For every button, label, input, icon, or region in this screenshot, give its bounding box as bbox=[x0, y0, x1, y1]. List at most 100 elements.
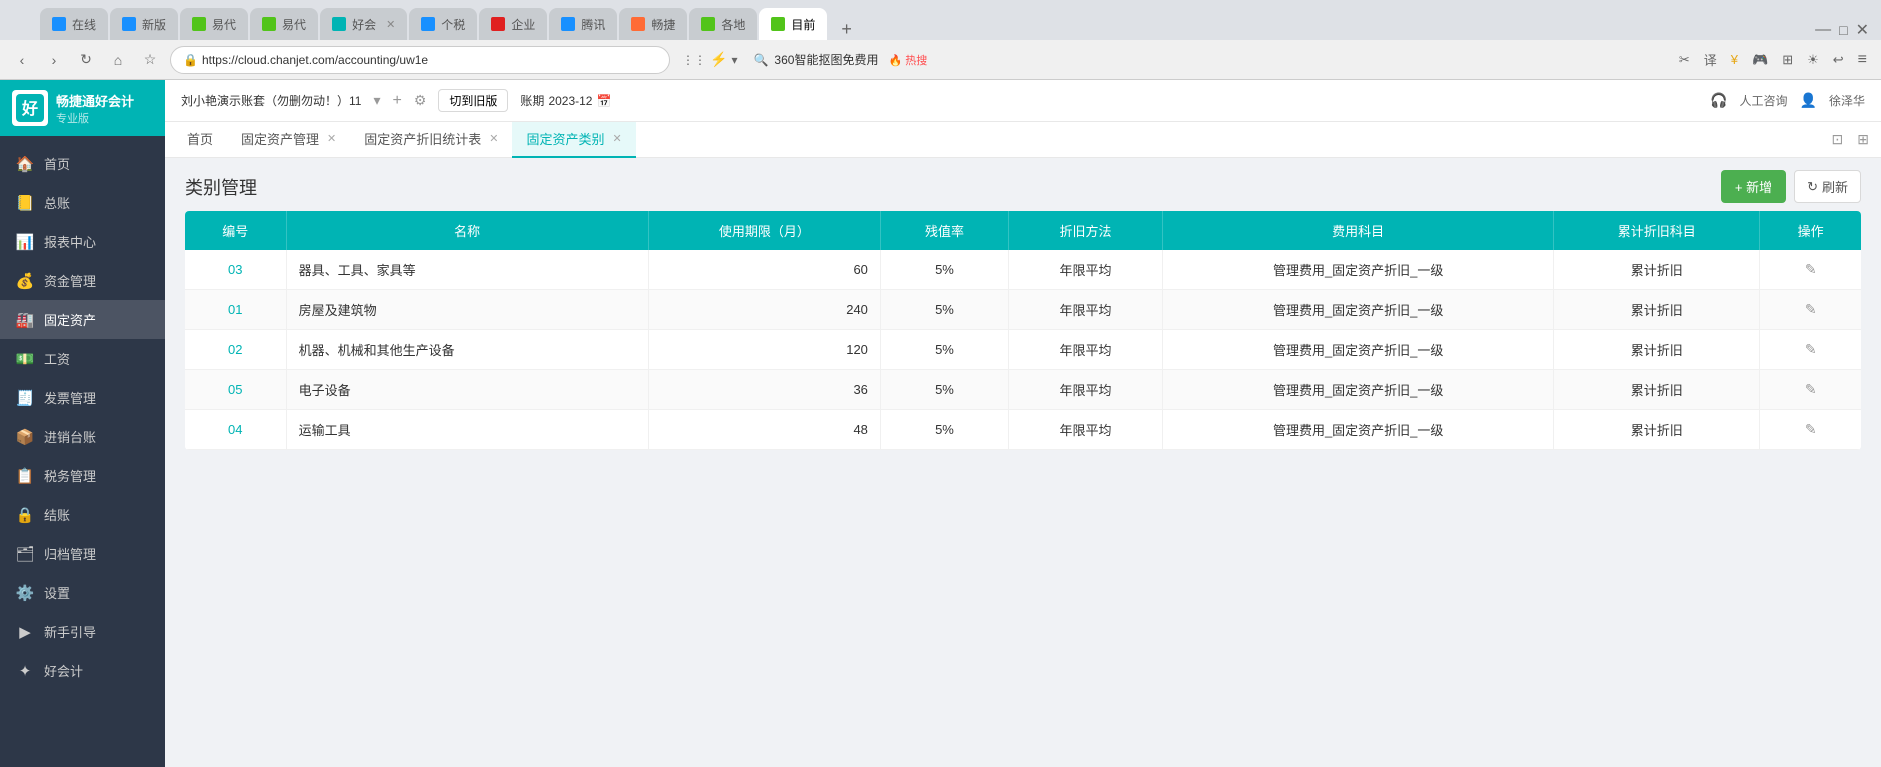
tab-fixed-asset-category[interactable]: 固定资产类别 ✕ bbox=[512, 122, 635, 158]
grid-icon[interactable]: ⊞ bbox=[1778, 52, 1797, 68]
bookmark-button[interactable]: ☆ bbox=[138, 48, 162, 72]
tab-expand-icon[interactable]: ⊞ bbox=[1853, 129, 1873, 150]
close-window-button[interactable]: ✕ bbox=[1856, 20, 1869, 40]
col-expense: 费用科目 bbox=[1163, 211, 1554, 250]
edit-icon[interactable]: ✎ bbox=[1805, 341, 1817, 357]
tab-close-icon[interactable]: ✕ bbox=[386, 18, 395, 31]
add-account-button[interactable]: + bbox=[393, 92, 402, 110]
sidebar-item-reports[interactable]: 📊 报表中心 bbox=[0, 222, 165, 261]
new-tab-button[interactable]: + bbox=[837, 19, 856, 40]
more-icon[interactable]: ≡ bbox=[1854, 51, 1871, 69]
sidebar-item-inventory[interactable]: 📦 进销台账 bbox=[0, 417, 165, 456]
edit-icon[interactable]: ✎ bbox=[1805, 381, 1817, 397]
browser-tab-10[interactable]: 各地 bbox=[689, 8, 757, 40]
sidebar-item-payroll[interactable]: 💵 工资 bbox=[0, 339, 165, 378]
tab-fixed-asset-mgmt[interactable]: 固定资产管理 ✕ bbox=[227, 122, 350, 158]
switch-version-button[interactable]: 切到旧版 bbox=[438, 89, 508, 112]
tab-label: 新版 bbox=[142, 16, 166, 33]
tab-actions: ⊡ ⊞ bbox=[1828, 129, 1873, 150]
tab-home[interactable]: 首页 bbox=[173, 122, 227, 158]
browser-tab-7[interactable]: 企业 bbox=[479, 8, 547, 40]
calendar-icon[interactable]: 📅 bbox=[596, 94, 611, 108]
maximize-button[interactable]: □ bbox=[1839, 22, 1847, 38]
back-button[interactable]: ‹ bbox=[10, 48, 34, 72]
cut-icon[interactable]: ✂ bbox=[1675, 52, 1694, 68]
edit-icon[interactable]: ✎ bbox=[1805, 261, 1817, 277]
browser-tab-9[interactable]: 畅捷 bbox=[619, 8, 687, 40]
col-period: 使用期限（月） bbox=[648, 211, 880, 250]
edit-icon[interactable]: ✎ bbox=[1805, 421, 1817, 437]
browser-tab-3[interactable]: 易代 bbox=[180, 8, 248, 40]
cell-acc-dep: 累计折旧 bbox=[1554, 410, 1760, 450]
forward-button[interactable]: › bbox=[42, 48, 66, 72]
sidebar-item-tax[interactable]: 📋 税务管理 bbox=[0, 456, 165, 495]
cell-code: 03 bbox=[185, 250, 286, 290]
cell-method: 年限平均 bbox=[1009, 410, 1163, 450]
browser-tab-4[interactable]: 易代 bbox=[250, 8, 318, 40]
settings-browser-icon[interactable]: ☀ bbox=[1803, 52, 1823, 68]
tab-minimize-icon[interactable]: ⊡ bbox=[1828, 129, 1848, 150]
cell-method: 年限平均 bbox=[1009, 370, 1163, 410]
sidebar-item-settings[interactable]: ⚙️ 设置 bbox=[0, 573, 165, 612]
settings-top-icon[interactable]: ⚙ bbox=[414, 92, 427, 109]
home-nav-button[interactable]: ⌂ bbox=[106, 48, 130, 72]
edit-icon[interactable]: ✎ bbox=[1805, 301, 1817, 317]
table-container: 编号 名称 使用期限（月） 残值率 折旧方法 费用科目 累计折旧科目 操作 03… bbox=[165, 211, 1881, 450]
cell-action[interactable]: ✎ bbox=[1760, 250, 1861, 290]
cell-name: 机器、机械和其他生产设备 bbox=[286, 330, 648, 370]
translate-icon[interactable]: 译 bbox=[1700, 50, 1721, 69]
funds-icon: 💰 bbox=[16, 272, 34, 290]
tab-close-dep-icon[interactable]: ✕ bbox=[489, 132, 498, 145]
game-icon[interactable]: 🎮 bbox=[1748, 52, 1772, 68]
url-input[interactable]: 🔒 https://cloud.chanjet.com/accounting/u… bbox=[170, 46, 670, 74]
cell-action[interactable]: ✎ bbox=[1760, 290, 1861, 330]
undo-icon[interactable]: ↩ bbox=[1829, 52, 1848, 68]
invoice-icon: 🧾 bbox=[16, 389, 34, 407]
refresh-nav-button[interactable]: ↻ bbox=[74, 48, 98, 72]
sidebar-item-ledger[interactable]: 📒 总账 bbox=[0, 183, 165, 222]
top-bar-right: 🎧 人工咨询 👤 徐泽华 bbox=[1710, 92, 1865, 109]
browser-tab-1[interactable]: 在线 bbox=[40, 8, 108, 40]
sidebar-item-invoice[interactable]: 🧾 发票管理 bbox=[0, 378, 165, 417]
sidebar-item-more[interactable]: ✦ 好会计 bbox=[0, 651, 165, 690]
service-label[interactable]: 人工咨询 bbox=[1740, 92, 1788, 109]
main-content: 刘小艳演示账套（勿删勿动！）11 ▾ + ⚙ 切到旧版 账期 2023-12 📅… bbox=[165, 80, 1881, 767]
cell-action[interactable]: ✎ bbox=[1760, 370, 1861, 410]
browser-tab-5[interactable]: 好会 ✕ bbox=[320, 8, 407, 40]
browser-tab-11[interactable]: 目前 bbox=[759, 8, 827, 40]
browser-tab-8[interactable]: 腾讯 bbox=[549, 8, 617, 40]
refresh-button[interactable]: ↻ 刷新 bbox=[1794, 170, 1861, 203]
expand-icon[interactable]: ▾ bbox=[373, 92, 380, 109]
dropdown-icon[interactable]: ▾ bbox=[731, 53, 737, 67]
cell-action[interactable]: ✎ bbox=[1760, 410, 1861, 450]
cell-period: 120 bbox=[648, 330, 880, 370]
cell-code: 05 bbox=[185, 370, 286, 410]
browser-tab-6[interactable]: 个税 bbox=[409, 8, 477, 40]
sidebar-item-guide[interactable]: ▶ 新手引导 bbox=[0, 612, 165, 651]
cell-method: 年限平均 bbox=[1009, 250, 1163, 290]
sidebar-logo: 好 畅捷通好会计 专业版 bbox=[0, 80, 165, 136]
cell-acc-dep: 累计折旧 bbox=[1554, 290, 1760, 330]
add-button[interactable]: + 新增 bbox=[1721, 170, 1786, 203]
browser-tab-2[interactable]: 新版 bbox=[110, 8, 178, 40]
cell-action[interactable]: ✎ bbox=[1760, 330, 1861, 370]
cell-acc-dep: 累计折旧 bbox=[1554, 370, 1760, 410]
tab-fixed-asset-depreciation[interactable]: 固定资产折旧统计表 ✕ bbox=[350, 122, 512, 158]
sidebar-item-label: 总账 bbox=[44, 193, 70, 212]
sidebar-item-archive[interactable]: 🗂 归档管理 bbox=[0, 534, 165, 573]
search-bar[interactable]: 🔍 360智能抠图免费用 🔥 热搜 bbox=[745, 51, 1666, 68]
table-row: 02 机器、机械和其他生产设备 120 5% 年限平均 管理费用_固定资产折旧_… bbox=[185, 330, 1861, 370]
sidebar-item-funds[interactable]: 💰 资金管理 bbox=[0, 261, 165, 300]
inventory-icon: 📦 bbox=[16, 428, 34, 446]
minimize-button[interactable]: — bbox=[1815, 21, 1831, 39]
tab-close-mgmt-icon[interactable]: ✕ bbox=[327, 132, 336, 145]
table-row: 03 器具、工具、家具等 60 5% 年限平均 管理费用_固定资产折旧_一级 累… bbox=[185, 250, 1861, 290]
sidebar-item-closing[interactable]: 🔒 结账 bbox=[0, 495, 165, 534]
col-method: 折旧方法 bbox=[1009, 211, 1163, 250]
table-row: 01 房屋及建筑物 240 5% 年限平均 管理费用_固定资产折旧_一级 累计折… bbox=[185, 290, 1861, 330]
tab-close-cat-icon[interactable]: ✕ bbox=[613, 132, 622, 145]
sidebar-item-home[interactable]: 🏠 首页 bbox=[0, 144, 165, 183]
cell-expense: 管理费用_固定资产折旧_一级 bbox=[1163, 410, 1554, 450]
sidebar-item-fixed-assets[interactable]: 🏭 固定资产 bbox=[0, 300, 165, 339]
wallet-icon[interactable]: ¥ bbox=[1727, 52, 1742, 67]
